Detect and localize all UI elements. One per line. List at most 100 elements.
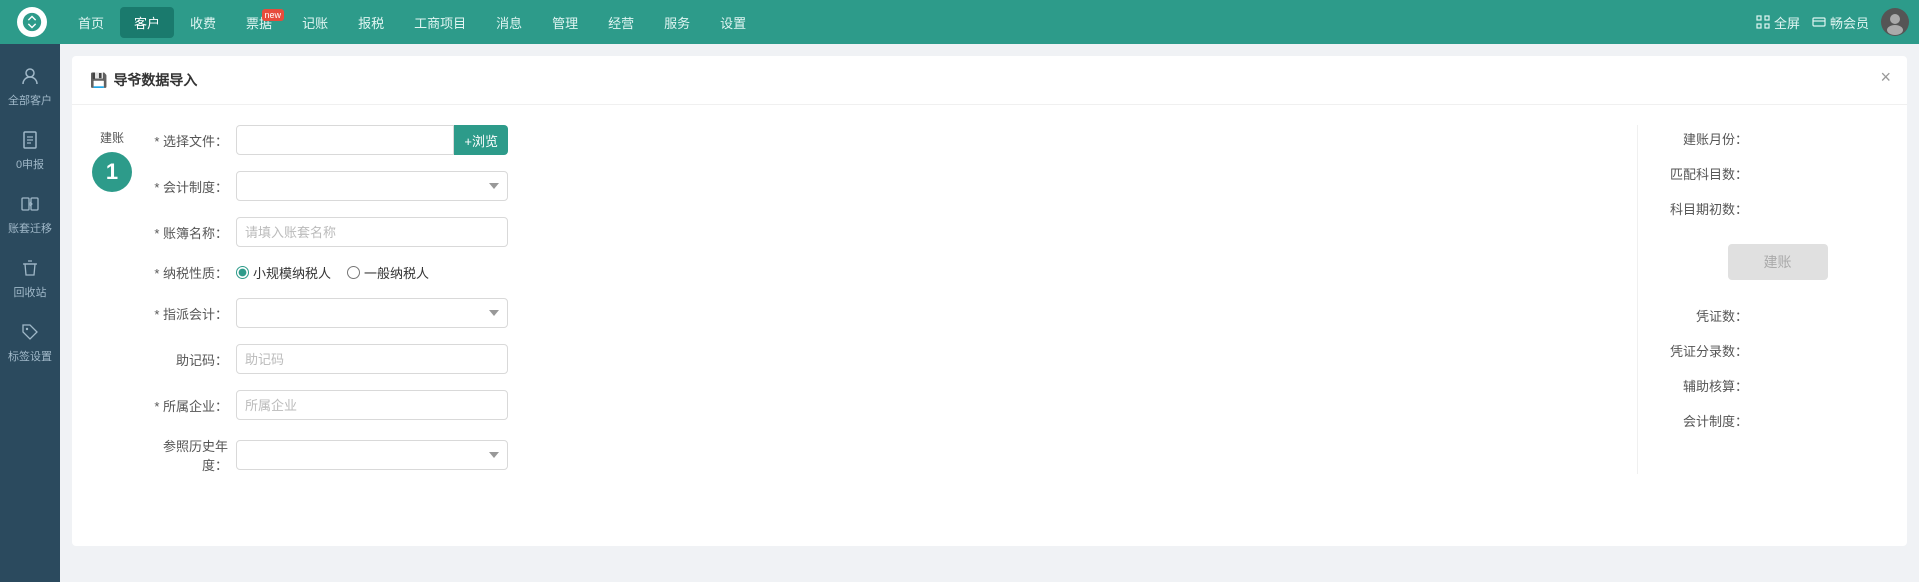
radio-group-tax: 小规模纳税人 一般纳税人 <box>236 263 429 282</box>
browse-button[interactable]: +浏览 <box>454 125 508 155</box>
logo-icon <box>17 7 47 37</box>
person-icon <box>18 64 42 88</box>
form-row-ledger-name: * 账簿名称： <box>148 217 508 247</box>
sidebar-item-all-customers[interactable]: 全部客户 <box>0 54 60 118</box>
radio-small-input[interactable] <box>236 266 249 279</box>
ledger-name-input[interactable] <box>236 217 508 247</box>
nav-item-service[interactable]: 服务 <box>650 7 704 38</box>
match-subject-label: 匹配科目数： <box>1658 164 1748 183</box>
nav-item-settings[interactable]: 设置 <box>706 7 760 38</box>
radio-small-taxpayer[interactable]: 小规模纳税人 <box>236 263 331 282</box>
file-icon <box>18 128 42 152</box>
main-content: 💾 导爷数据导入 × 建账 1 * 选择文件： <box>60 44 1919 582</box>
fullscreen-icon <box>1756 15 1770 29</box>
file-input-wrap: +浏览 <box>236 125 508 155</box>
sidebar-item-tag[interactable]: 标签设置 <box>0 310 60 374</box>
nav-item-industry[interactable]: 工商项目 <box>400 7 480 38</box>
info-row-accounting-system-info: 会计制度： <box>1658 411 1897 430</box>
nav-item-customer[interactable]: 客户 <box>120 7 174 38</box>
file-label: * 选择文件： <box>148 131 228 150</box>
info-row-voucher-count: 凭证数： <box>1658 306 1897 325</box>
nav-items: 首页 客户 收费 票据 new 记账 报税 工商项目 消息 管理 经营 服务 设… <box>64 7 1756 38</box>
history-year-select[interactable] <box>236 440 508 470</box>
company-input[interactable] <box>236 390 508 420</box>
dialog-card: 💾 导爷数据导入 × 建账 1 * 选择文件： <box>72 56 1907 546</box>
accounting-system-select[interactable] <box>236 171 508 201</box>
fullscreen-label: 全屏 <box>1774 13 1800 32</box>
form-row-tax-type: * 纳税性质： 小规模纳税人 一般纳税人 <box>148 263 508 282</box>
sidebar-item-all-customers-label: 全部客户 <box>8 92 52 108</box>
accounting-system-info-label: 会计制度： <box>1658 411 1748 430</box>
step-label: 建账 <box>100 129 124 146</box>
memo-label: 助记码： <box>148 350 228 369</box>
subject-initial-label: 科目期初数： <box>1658 199 1748 218</box>
layout: 全部客户 0申报 账套迁移 <box>0 44 1919 582</box>
info-section: 建账月份： 匹配科目数： 科目期初数： 建账 <box>1637 125 1897 474</box>
build-btn-wrap: 建账 <box>1658 234 1897 290</box>
radio-general-input[interactable] <box>347 266 360 279</box>
form-row-memo: 助记码： <box>148 344 508 374</box>
nav-item-tax[interactable]: 报税 <box>344 7 398 38</box>
nav-item-bookkeeping[interactable]: 记账 <box>288 7 342 38</box>
sidebar-item-declaration[interactable]: 0申报 <box>0 118 60 182</box>
sidebar-item-migration[interactable]: 账套迁移 <box>0 182 60 246</box>
sidebar-item-tag-label: 标签设置 <box>8 348 52 364</box>
member-button[interactable]: 畅会员 <box>1812 13 1869 32</box>
info-row-match-subject: 匹配科目数： <box>1658 164 1897 183</box>
nav-right: 全屏 畅会员 <box>1756 8 1909 36</box>
sidebar-item-migration-label: 账套迁移 <box>8 220 52 236</box>
sidebar-item-declaration-label: 0申报 <box>16 156 44 172</box>
fullscreen-button[interactable]: 全屏 <box>1756 13 1800 32</box>
form-row-history-year: 参照历史年度： <box>148 436 508 474</box>
info-row-aux-accounting: 辅助核算： <box>1658 376 1897 395</box>
nav-item-manage[interactable]: 管理 <box>538 7 592 38</box>
logo <box>10 0 54 44</box>
member-label: 畅会员 <box>1830 13 1869 32</box>
info-row-build-month: 建账月份： <box>1658 129 1897 148</box>
nav-item-operation[interactable]: 经营 <box>594 7 648 38</box>
voucher-count-label: 凭证数： <box>1658 306 1748 325</box>
sidebar-item-recycle-label: 回收站 <box>14 284 47 300</box>
tax-type-label: * 纳税性质： <box>148 263 228 282</box>
step-circle: 1 <box>92 152 132 192</box>
nav-item-message[interactable]: 消息 <box>482 7 536 38</box>
radio-general-label: 一般纳税人 <box>364 263 429 282</box>
migrate-icon <box>18 192 42 216</box>
nav-item-invoice[interactable]: 票据 new <box>232 7 286 38</box>
trash-icon <box>18 256 42 280</box>
aux-accounting-label: 辅助核算： <box>1658 376 1748 395</box>
sidebar-item-recycle[interactable]: 回收站 <box>0 246 60 310</box>
radio-small-label: 小规模纳税人 <box>253 263 331 282</box>
nav-item-home[interactable]: 首页 <box>64 7 118 38</box>
form-section: 建账 1 * 选择文件： +浏览 <box>92 125 1617 474</box>
form-row-accountant: * 指派会计： <box>148 298 508 328</box>
new-badge: new <box>262 9 285 21</box>
accountant-label: * 指派会计： <box>148 304 228 323</box>
radio-general-taxpayer[interactable]: 一般纳税人 <box>347 263 429 282</box>
build-month-label: 建账月份： <box>1658 129 1748 148</box>
info-row-voucher-entry: 凭证分录数： <box>1658 341 1897 360</box>
form-row-company: * 所属企业： <box>148 390 508 420</box>
avatar[interactable] <box>1881 8 1909 36</box>
file-input[interactable] <box>236 125 454 155</box>
sidebar: 全部客户 0申报 账套迁移 <box>0 44 60 582</box>
form-grid: * 选择文件： +浏览 * 会计制度： <box>148 125 508 474</box>
accounting-system-label: * 会计制度： <box>148 177 228 196</box>
import-icon: 💾 <box>90 72 107 89</box>
accountant-select[interactable] <box>236 298 508 328</box>
tag-icon <box>18 320 42 344</box>
dialog-body: 建账 1 * 选择文件： +浏览 <box>72 105 1907 494</box>
ledger-name-label: * 账簿名称： <box>148 223 228 242</box>
history-year-label: 参照历史年度： <box>148 436 228 474</box>
memo-input[interactable] <box>236 344 508 374</box>
voucher-entry-label: 凭证分录数： <box>1658 341 1748 360</box>
close-button[interactable]: × <box>1880 68 1891 86</box>
form-row-file: * 选择文件： +浏览 <box>148 125 508 155</box>
form-row-accounting-system: * 会计制度： <box>148 171 508 201</box>
member-icon <box>1812 15 1826 29</box>
build-button[interactable]: 建账 <box>1728 244 1828 280</box>
dialog-title: 导爷数据导入 <box>113 70 197 90</box>
nav-item-billing[interactable]: 收费 <box>176 7 230 38</box>
top-nav: 首页 客户 收费 票据 new 记账 报税 工商项目 消息 管理 经营 服务 设… <box>0 0 1919 44</box>
info-row-subject-initial: 科目期初数： <box>1658 199 1897 218</box>
